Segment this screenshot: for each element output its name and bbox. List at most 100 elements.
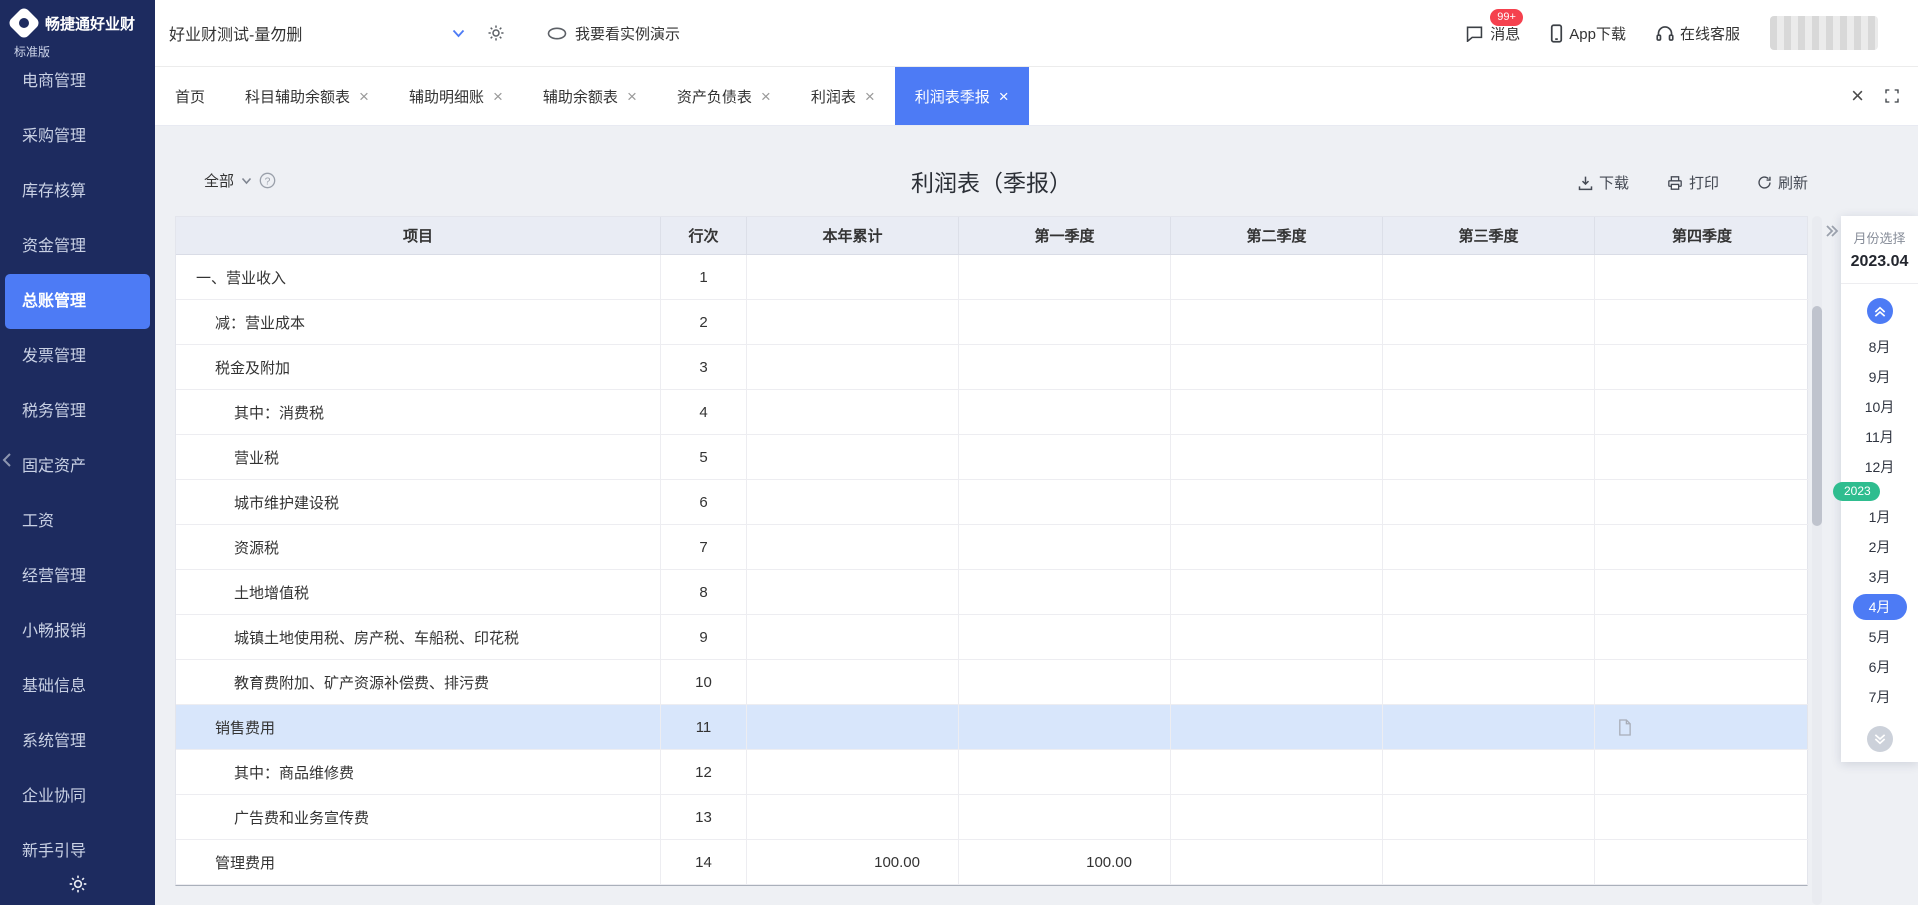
month-item[interactable]: 12月 <box>1841 452 1918 482</box>
tab-4[interactable]: 辅助余额表 × <box>523 67 657 125</box>
table-row[interactable]: 城市维护建设税 6 <box>176 480 1809 525</box>
table-row[interactable]: 土地增值税 8 <box>176 570 1809 615</box>
sidebar-item-4[interactable]: 资金管理 <box>5 219 150 274</box>
document-icon <box>1617 719 1632 736</box>
table-row[interactable]: 教育费附加、矿产资源补偿费、排污费 10 <box>176 660 1809 705</box>
table-row[interactable]: 税金及附加 3 <box>176 345 1809 390</box>
close-all-tabs-icon[interactable]: × <box>1851 85 1864 107</box>
scroll-months-up-icon[interactable] <box>1866 298 1893 324</box>
user-name-blurred[interactable] <box>1770 16 1878 50</box>
month-item[interactable]: 7月 <box>1841 682 1918 712</box>
cell-value <box>1595 255 1809 300</box>
tab-close-icon[interactable]: × <box>761 88 771 105</box>
sidebar-collapse-icon[interactable] <box>2 448 16 472</box>
sidebar-item-14[interactable]: 企业协同 <box>5 769 150 824</box>
cell-value <box>959 705 1171 750</box>
table-row[interactable]: 管理费用 14 100.00 100.00 <box>176 840 1809 885</box>
scope-filter-dropdown[interactable]: 全部 ? <box>204 170 276 191</box>
table-row[interactable]: 城镇土地使用税、房产税、车船税、印花税 9 <box>176 615 1809 660</box>
profit-statement-table: 项目 行次 本年累计 第一季度 第二季度 第三季度 第四季度 一、营业收入 1 减：营业成本 2 税… <box>175 216 1809 886</box>
panel-collapse-icon[interactable] <box>1825 222 1839 240</box>
month-item[interactable]: 5月 <box>1841 622 1918 652</box>
tab-1[interactable]: 首页 <box>155 67 225 125</box>
tab-close-icon[interactable]: × <box>493 88 503 105</box>
settings-gear-icon[interactable] <box>487 24 505 42</box>
sidebar-item-5[interactable]: 总账管理 <box>5 274 150 329</box>
table-row[interactable]: 销售费用 11 <box>176 705 1809 750</box>
table-row[interactable]: 广告费和业务宣传费 13 <box>176 795 1809 840</box>
message-bubble-icon <box>1465 25 1484 42</box>
sidebar-item-7[interactable]: 税务管理 <box>5 384 150 439</box>
demo-link[interactable]: 我要看实例演示 <box>547 23 680 44</box>
cell-value <box>959 435 1171 480</box>
demo-oval-icon <box>547 27 567 40</box>
cell-value <box>1595 345 1809 390</box>
table-body: 一、营业收入 1 减：营业成本 2 税金及附加 3 其中：消费税 4 营业税 5 城市维护建设税 6 资… <box>176 255 1809 885</box>
cell-value <box>1171 795 1383 840</box>
tab-7[interactable]: 利润表季报 × <box>894 67 1029 125</box>
sidebar-settings-gear-icon[interactable] <box>0 874 155 899</box>
cell-value <box>1171 570 1383 615</box>
month-item[interactable]: 1月 <box>1841 502 1918 532</box>
month-item[interactable]: 11月 <box>1841 422 1918 452</box>
sidebar-item-6[interactable]: 发票管理 <box>5 329 150 384</box>
sidebar-item-11[interactable]: 小畅报销 <box>5 604 150 659</box>
vertical-scrollbar <box>1812 216 1822 905</box>
cell-value <box>959 795 1171 840</box>
cell-item-name: 教育费附加、矿产资源补偿费、排污费 <box>176 660 661 705</box>
cell-item-name: 其中：消费税 <box>176 390 661 435</box>
cell-line-number: 10 <box>661 660 747 705</box>
app-download-button[interactable]: App下载 <box>1550 23 1626 44</box>
refresh-button[interactable]: 刷新 <box>1757 172 1808 193</box>
month-item[interactable]: 6月 <box>1841 652 1918 682</box>
table-row[interactable]: 营业税 5 <box>176 435 1809 480</box>
tab-label: 辅助余额表 <box>542 88 618 106</box>
table-row[interactable]: 资源税 7 <box>176 525 1809 570</box>
sidebar-item-9[interactable]: 工资 <box>5 494 150 549</box>
tab-label: 辅助明细账 <box>408 88 484 106</box>
cell-value <box>1383 570 1595 615</box>
tab-2[interactable]: 科目辅助余额表 × <box>225 67 389 125</box>
download-button[interactable]: 下载 <box>1578 172 1629 193</box>
sidebar-item-2[interactable]: 采购管理 <box>5 109 150 164</box>
online-support-button[interactable]: 在线客服 <box>1656 23 1740 44</box>
sidebar-item-12[interactable]: 基础信息 <box>5 659 150 714</box>
sidebar-item-1[interactable]: 电商管理 <box>5 54 150 109</box>
month-item[interactable]: 9月 <box>1841 362 1918 392</box>
tab-3[interactable]: 辅助明细账 × <box>389 67 523 125</box>
table-row[interactable]: 其中：商品维修费 12 <box>176 750 1809 795</box>
cell-line-number: 11 <box>661 705 747 750</box>
tab-5[interactable]: 资产负债表 × <box>657 67 791 125</box>
sidebar-item-15[interactable]: 新手引导 <box>5 824 150 879</box>
tab-close-icon[interactable]: × <box>999 88 1009 105</box>
month-item[interactable]: 10月 <box>1841 392 1918 422</box>
sidebar-item-10[interactable]: 经营管理 <box>5 549 150 604</box>
cell-value <box>959 255 1171 300</box>
sidebar-item-8[interactable]: 固定资产 <box>5 439 150 494</box>
month-item[interactable]: 2月 <box>1841 532 1918 562</box>
month-item[interactable]: 8月 <box>1841 332 1918 362</box>
print-button[interactable]: 打印 <box>1667 172 1719 193</box>
help-question-icon[interactable]: ? <box>259 172 276 189</box>
scrollbar-thumb[interactable] <box>1812 306 1822 526</box>
month-item[interactable]: 4月 <box>1852 594 1907 620</box>
online-support-label: 在线客服 <box>1679 25 1740 43</box>
fullscreen-icon[interactable] <box>1884 88 1900 104</box>
tab-close-icon[interactable]: × <box>865 88 875 105</box>
column-header-1: 项目 <box>176 217 661 254</box>
account-selector-dropdown[interactable]: 好业财测试-量勿删 <box>169 21 465 45</box>
cell-value <box>959 660 1171 705</box>
messages-button[interactable]: 消息 99+ <box>1465 7 1524 44</box>
tab-6[interactable]: 利润表 × <box>791 67 895 125</box>
sidebar-item-3[interactable]: 库存核算 <box>5 164 150 219</box>
cell-value <box>1171 660 1383 705</box>
month-item[interactable]: 3月 <box>1841 562 1918 592</box>
table-row[interactable]: 一、营业收入 1 <box>176 255 1809 300</box>
tab-close-icon[interactable]: × <box>359 88 369 105</box>
table-row[interactable]: 减：营业成本 2 <box>176 300 1809 345</box>
table-row[interactable]: 其中：消费税 4 <box>176 390 1809 435</box>
scroll-months-down-icon[interactable] <box>1866 726 1893 752</box>
sidebar-item-13[interactable]: 系统管理 <box>5 714 150 769</box>
cell-item-name: 土地增值税 <box>176 570 661 615</box>
tab-close-icon[interactable]: × <box>627 88 637 105</box>
